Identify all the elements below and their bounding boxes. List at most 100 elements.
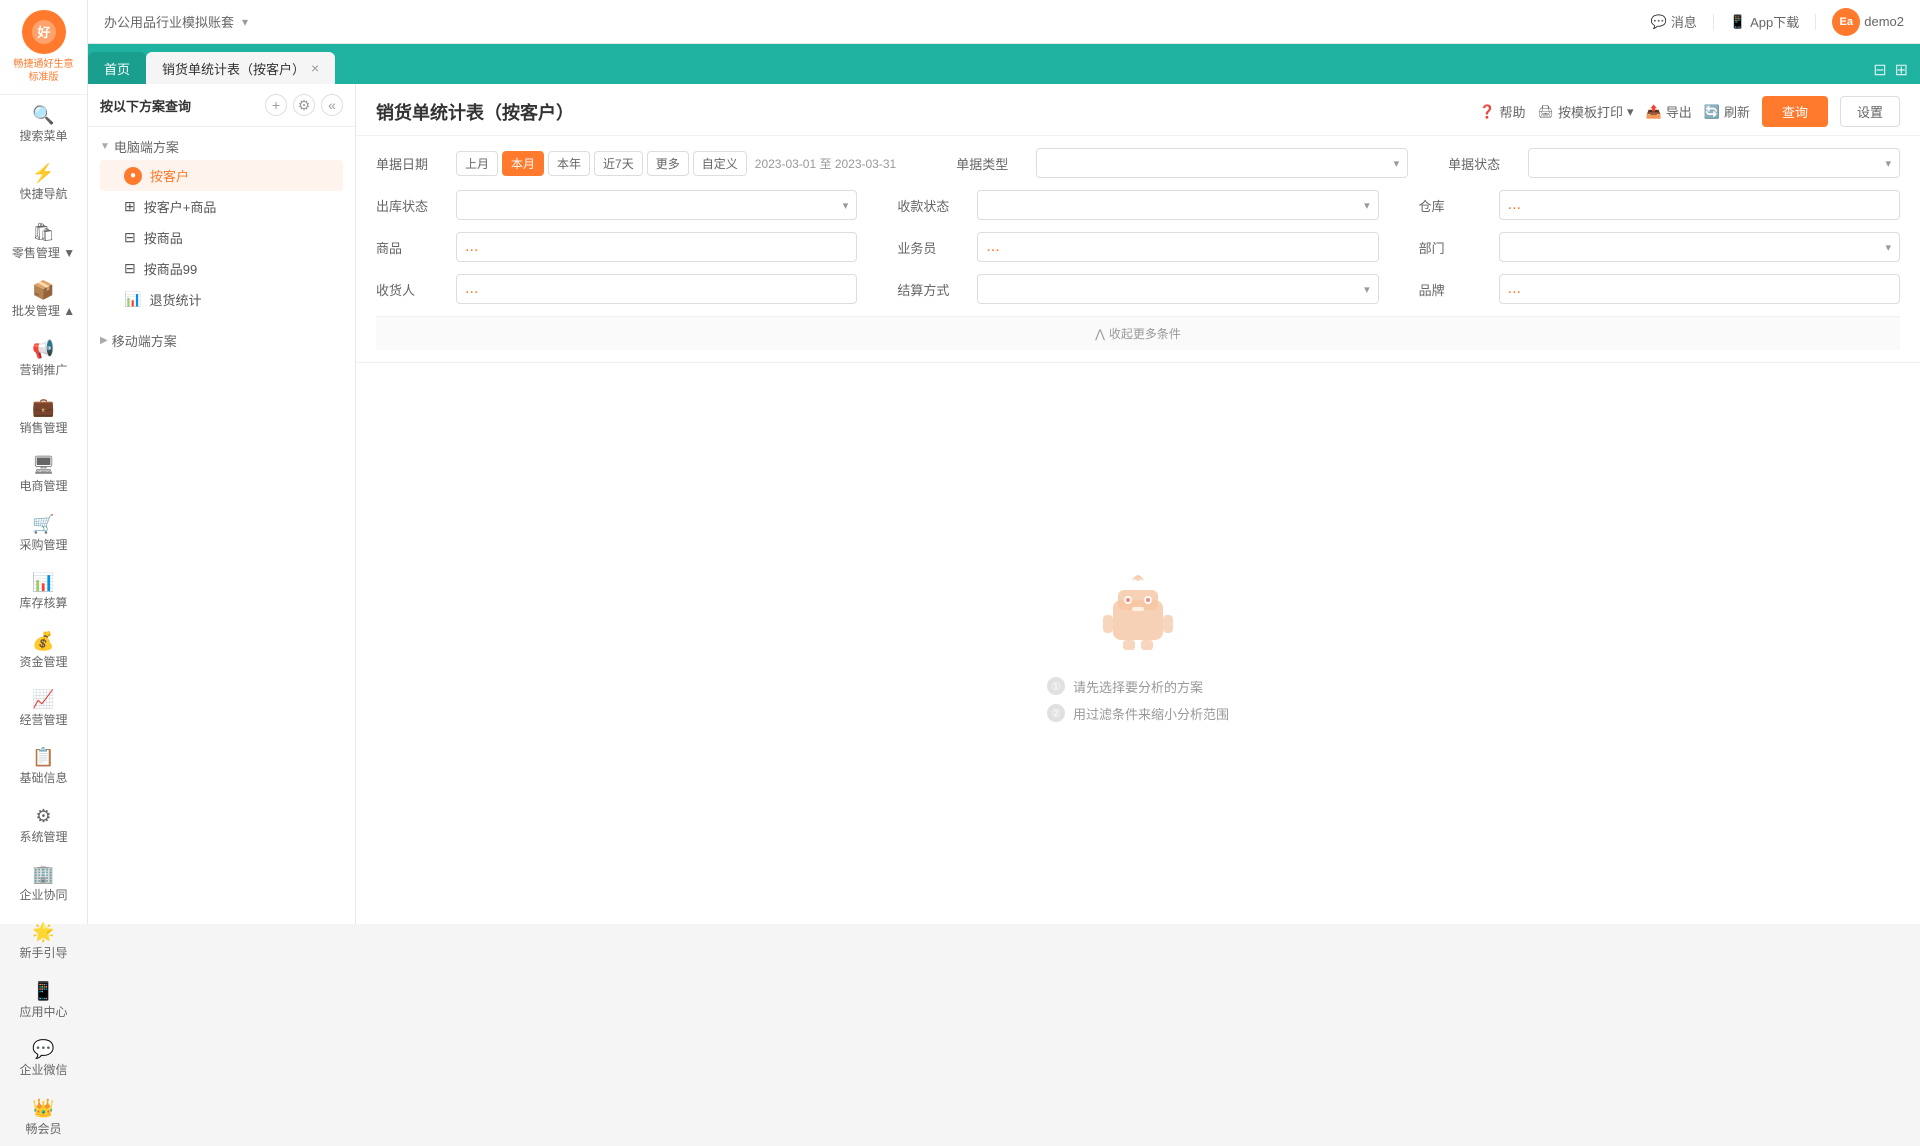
mobile-scheme-header[interactable]: ▶ 移动端方案 <box>100 327 343 354</box>
status-select[interactable]: ▾ <box>1528 148 1900 178</box>
shortcut-icon: ⚡ <box>32 163 54 184</box>
date-btn-this-year[interactable]: 本年 <box>548 151 590 176</box>
query-button[interactable]: 查询 <box>1762 96 1828 127</box>
scheme-item-goods[interactable]: ⊟ 按商品 <box>100 222 343 253</box>
sidebar-item-finance[interactable]: 💰 资金管理 <box>0 621 87 679</box>
scheme-item-returns-label: 退货统计 <box>149 290 201 309</box>
sidebar-item-enterprise[interactable]: 🏢 企业协同 <box>0 854 87 912</box>
minimize-icon[interactable]: ⊟ <box>1873 60 1886 80</box>
sidebar-item-purchase[interactable]: 🛒 采购管理 <box>0 504 87 562</box>
date-btn-7days[interactable]: 近7天 <box>594 151 643 176</box>
sidebar-item-member[interactable]: 👑 畅会员 <box>0 1088 87 1146</box>
recipient-select[interactable]: ... <box>456 274 857 304</box>
warehouse-select[interactable]: ... <box>1499 190 1900 220</box>
sidebar-item-shortcut-label: 快捷导航 <box>19 187 67 201</box>
sidebar-item-sales[interactable]: 💼 销售管理 <box>0 387 87 445</box>
desktop-scheme-header[interactable]: ▼ 电脑端方案 <box>100 133 343 160</box>
sidebar-item-search-label: 搜索菜单 <box>19 129 67 143</box>
scheme-settings-button[interactable]: ⚙ <box>293 94 315 116</box>
date-btn-this-month[interactable]: 本月 <box>502 151 544 176</box>
user-area[interactable]: Ea demo2 <box>1832 8 1904 36</box>
sidebar-item-inventory-label: 库存核算 <box>19 596 67 610</box>
tab-close-button[interactable]: × <box>311 61 319 75</box>
sidebar-item-enterprise-label: 企业协同 <box>19 888 67 902</box>
left-panel-header: 按以下方案查询 + ⚙ « <box>88 84 355 127</box>
avatar: Ea <box>1832 8 1860 36</box>
wechat-icon: 💬 <box>32 1039 54 1060</box>
scheme-item-returns[interactable]: 📊 退货统计 <box>100 284 343 315</box>
add-scheme-button[interactable]: + <box>265 94 287 116</box>
divider2 <box>1815 14 1816 30</box>
refresh-button[interactable]: 🔄 刷新 <box>1704 102 1750 121</box>
export-button[interactable]: 📤 导出 <box>1646 102 1692 121</box>
arrow-down-icon: ▼ <box>100 141 110 152</box>
scheme-item-customer-goods[interactable]: ⊞ 按客户+商品 <box>100 191 343 222</box>
sidebar-item-ecommerce-label: 电商管理 <box>19 479 67 493</box>
collapse-bar[interactable]: ⋀ 收起更多条件 <box>376 316 1900 350</box>
type-label: 单据类型 <box>956 154 1016 173</box>
finance-icon: 💰 <box>32 631 54 652</box>
sidebar-item-wechat[interactable]: 💬 企业微信 <box>0 1029 87 1087</box>
sidebar-item-wholesale[interactable]: 📦 批发管理 ▲ <box>0 270 87 328</box>
sidebar-item-appcenter[interactable]: 📱 应用中心 <box>0 971 87 1029</box>
type-dropdown-icon: ▾ <box>1394 157 1400 170</box>
tip2-num: ② <box>1047 704 1065 722</box>
tab-home[interactable]: 首页 <box>88 52 146 84</box>
sidebar-item-retail[interactable]: 🛍 零售管理 ▼ <box>0 212 87 270</box>
scheme-item-by-customer[interactable]: ● 按客户 <box>100 160 343 191</box>
sidebar-item-operations[interactable]: 📈 经营管理 <box>0 679 87 737</box>
sidebar-item-basic[interactable]: 📋 基础信息 <box>0 737 87 795</box>
retail-icon: 🛍 <box>32 222 55 243</box>
settings-button[interactable]: 设置 <box>1840 96 1900 127</box>
tab-expand-area: ⊟ ⊞ <box>1873 60 1920 84</box>
print-button[interactable]: 🖨 按模板打印 ▾ <box>1538 102 1634 121</box>
date-range: 2023-03-01 至 2023-03-31 <box>755 155 896 172</box>
date-btn-more[interactable]: 更多 <box>647 151 689 176</box>
collapse-panel-button[interactable]: « <box>321 94 343 116</box>
pay-status-select[interactable]: ▾ <box>977 190 1378 220</box>
export-icon: 📤 <box>1646 104 1662 120</box>
sidebar-item-ecommerce[interactable]: 🖥 电商管理 <box>0 445 87 503</box>
payment-select[interactable]: ▾ <box>977 274 1378 304</box>
print-dropdown-icon: ▾ <box>1627 104 1634 120</box>
sidebar-item-newbie[interactable]: 🌟 新手引导 <box>0 912 87 970</box>
messages-button[interactable]: 💬 消息 <box>1651 12 1697 31</box>
customer-goods-icon: ⊞ <box>124 198 136 215</box>
app-download-button[interactable]: 📱 App下载 <box>1730 12 1799 31</box>
sidebar-item-purchase-label: 采购管理 <box>19 538 67 552</box>
tab-active[interactable]: 销货单统计表（按客户） × <box>146 52 335 84</box>
dept-select[interactable]: ▾ <box>1499 232 1900 262</box>
type-select[interactable]: ▾ <box>1036 148 1408 178</box>
sidebar-item-search[interactable]: 🔍 搜索菜单 <box>0 95 87 153</box>
help-icon: ❓ <box>1479 104 1495 120</box>
sidebar-item-system[interactable]: ⚙ 系统管理 <box>0 796 87 854</box>
logo-area: 好 畅捷通好生意 标准版 <box>0 0 87 95</box>
status-label: 单据状态 <box>1448 154 1508 173</box>
header-right: 💬 消息 📱 App下载 Ea demo2 <box>1651 8 1904 36</box>
tab-bar: 首页 销货单统计表（按客户） × ⊟ ⊞ <box>88 44 1920 84</box>
purchase-icon: 🛒 <box>32 514 54 535</box>
brand-select[interactable]: ... <box>1499 274 1900 304</box>
staff-select[interactable]: ... <box>977 232 1378 262</box>
sidebar-item-wholesale-label: 批发管理 ▲ <box>12 304 75 318</box>
date-btn-last-month[interactable]: 上月 <box>456 151 498 176</box>
header-dropdown[interactable]: ▾ <box>242 15 248 29</box>
sidebar-item-shortcut[interactable]: ⚡ 快捷导航 <box>0 153 87 211</box>
dept-dropdown-icon: ▾ <box>1885 241 1891 254</box>
empty-tip-2: ② 用过滤条件来缩小分析范围 <box>1047 704 1229 723</box>
goods-select[interactable]: ... <box>456 232 857 262</box>
maximize-icon[interactable]: ⊞ <box>1895 60 1908 80</box>
scheme-item-goods-label: 按商品 <box>144 228 183 247</box>
payment-dropdown-icon: ▾ <box>1364 283 1370 296</box>
sidebar-item-inventory[interactable]: 📊 库存核算 <box>0 562 87 620</box>
help-button[interactable]: ❓ 帮助 <box>1479 102 1525 121</box>
wholesale-icon: 📦 <box>32 280 54 301</box>
empty-tips: ① 请先选择要分析的方案 ② 用过滤条件来缩小分析范围 <box>1047 677 1229 723</box>
out-status-select[interactable]: ▾ <box>456 190 857 220</box>
date-btn-custom[interactable]: 自定义 <box>693 151 747 176</box>
appcenter-icon: 📱 <box>32 981 54 1002</box>
sidebar-item-marketing[interactable]: 📢 营销推广 <box>0 329 87 387</box>
divider1 <box>1713 14 1714 30</box>
date-label: 单据日期 <box>376 154 436 173</box>
scheme-item-goods99[interactable]: ⊟ 按商品99 <box>100 253 343 284</box>
